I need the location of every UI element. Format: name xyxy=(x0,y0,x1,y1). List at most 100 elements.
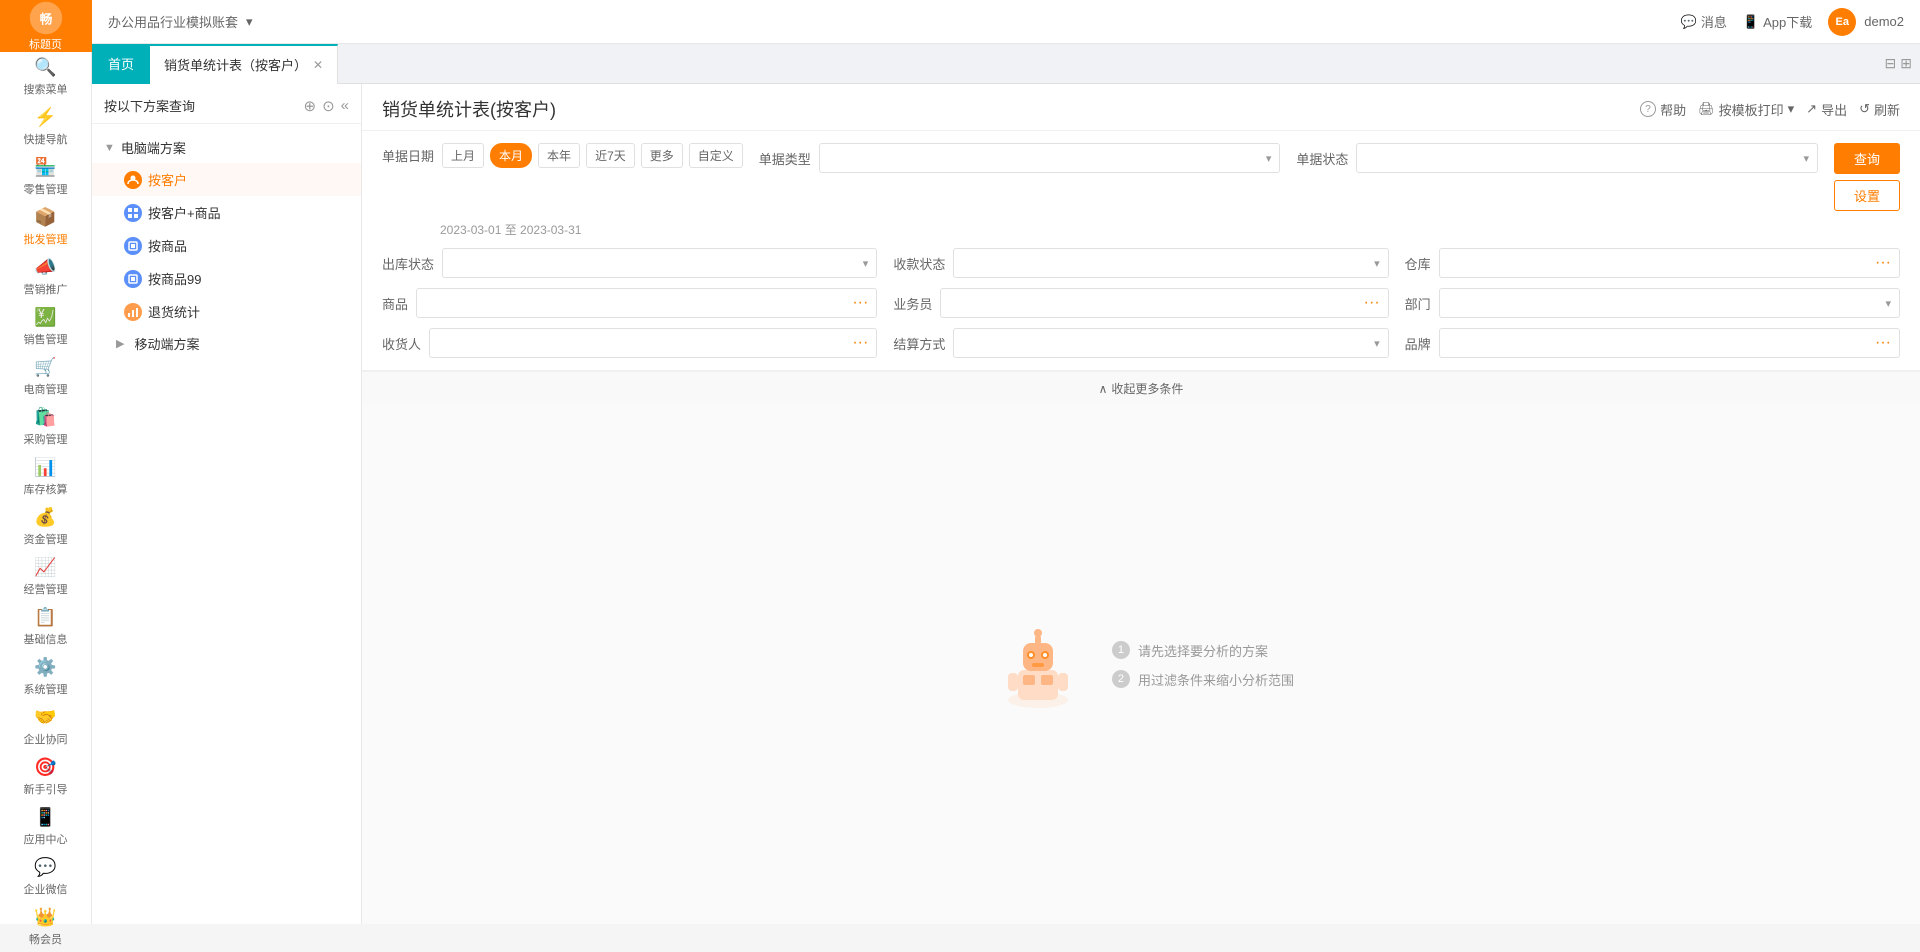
last-7days-btn[interactable]: 近7天 xyxy=(586,143,635,168)
settlement-select[interactable]: ▾ xyxy=(953,328,1388,358)
payment-status-cell: 收款状态 ▾ xyxy=(893,248,1388,278)
refresh-btn[interactable]: ↺ 刷新 xyxy=(1859,100,1900,119)
tree-item-by-customer-goods[interactable]: 按客户+商品 xyxy=(92,196,361,229)
brand-select[interactable]: ··· xyxy=(1439,328,1900,358)
tab-maximize-icon[interactable]: ⊞ xyxy=(1900,55,1912,72)
payment-status-arrow: ▾ xyxy=(1374,257,1380,270)
filter-area: 单据日期 上月 本月 本年 近7天 更多 自定义 xyxy=(362,131,1920,371)
sidebar-item-marketing[interactable]: 📣 营销推广 xyxy=(0,252,92,302)
tip-text-2: 用过滤条件来缩小分析范围 xyxy=(1138,670,1294,689)
sidebar-item-basic[interactable]: 📋 基础信息 xyxy=(0,602,92,652)
doc-status-select[interactable]: ▾ xyxy=(1356,143,1818,173)
page-title: 销货单统计表(按客户) xyxy=(382,96,556,122)
custom-date-btn[interactable]: 自定义 xyxy=(689,143,743,168)
settings-btn[interactable]: 设置 xyxy=(1834,180,1900,211)
message-icon: 💬 xyxy=(1681,14,1697,30)
empty-state: 1 请先选择要分析的方案 2 用过滤条件来缩小分析范围 xyxy=(988,615,1294,715)
doc-type-arrow: ▾ xyxy=(1266,152,1272,165)
tab-close-icon[interactable]: ✕ xyxy=(313,58,323,72)
sidebar-item-wholesale[interactable]: 📦 批发管理 xyxy=(0,202,92,252)
sidebar-item-app-center[interactable]: 📱 应用中心 xyxy=(0,802,92,852)
goods-dots: ··· xyxy=(852,294,868,312)
app-download-btn[interactable]: 📱 App下载 xyxy=(1743,12,1812,31)
app-name: 办公用品行业模拟账套 xyxy=(108,12,238,31)
sidebar-item-member[interactable]: 👑 畅会员 xyxy=(0,902,92,952)
topbar: 办公用品行业模拟账套 ▾ 💬 消息 📱 App下载 Ea demo2 xyxy=(92,0,1920,44)
out-status-cell: 出库状态 ▾ xyxy=(382,248,877,278)
settings-scheme-btn[interactable]: ⊙ xyxy=(322,97,335,115)
topbar-left: 办公用品行业模拟账套 ▾ xyxy=(108,12,253,31)
help-btn[interactable]: ? 帮助 xyxy=(1640,100,1686,119)
add-scheme-btn[interactable]: ⊕ xyxy=(304,97,317,115)
this-month-btn[interactable]: 本月 xyxy=(490,143,532,168)
tab-sales-stat[interactable]: 销货单统计表（按客户） ✕ xyxy=(150,44,338,84)
sidebar-item-search[interactable]: 🔍 搜索菜单 xyxy=(0,52,92,102)
this-year-btn[interactable]: 本年 xyxy=(538,143,580,168)
user-name: demo2 xyxy=(1864,14,1904,29)
sidebar-item-ecommerce[interactable]: 🛒 电商管理 xyxy=(0,352,92,402)
collapse-bar[interactable]: ∧ 收起更多条件 xyxy=(362,371,1920,405)
sidebar-item-quick-nav[interactable]: ⚡ 快捷导航 xyxy=(0,102,92,152)
tab-home[interactable]: 首页 xyxy=(92,44,150,84)
sidebar-item-wechat[interactable]: 💬 企业微信 xyxy=(0,852,92,902)
department-select[interactable]: ▾ xyxy=(1439,288,1900,318)
sidebar-item-system[interactable]: ⚙️ 系统管理 xyxy=(0,652,92,702)
out-status-select[interactable]: ▾ xyxy=(442,248,877,278)
sidebar-item-sales[interactable]: 💹 销售管理 xyxy=(0,302,92,352)
main-content: 办公用品行业模拟账套 ▾ 💬 消息 📱 App下载 Ea demo2 首页 销货… xyxy=(92,0,1920,924)
print-dropdown-icon: ▾ xyxy=(1788,101,1795,117)
query-btn[interactable]: 查询 xyxy=(1834,143,1900,174)
export-btn[interactable]: ↗ 导出 xyxy=(1806,100,1847,119)
tree-item-by-customer[interactable]: 按客户 xyxy=(92,163,361,196)
department-label: 部门 xyxy=(1405,294,1431,313)
sidebar-item-operation[interactable]: 📈 经营管理 xyxy=(0,552,92,602)
tree-item-by-customer-label: 按客户 xyxy=(148,170,187,189)
sidebar-item-enterprise[interactable]: 🤝 企业协同 xyxy=(0,702,92,752)
tip-num-2: 2 xyxy=(1112,670,1130,688)
message-label: 消息 xyxy=(1701,12,1727,31)
doc-type-select[interactable]: ▾ xyxy=(819,143,1281,173)
last-month-btn[interactable]: 上月 xyxy=(442,143,484,168)
sidebar-item-guide[interactable]: 🎯 新手引导 xyxy=(0,752,92,802)
dropdown-icon[interactable]: ▾ xyxy=(246,14,253,30)
message-btn[interactable]: 💬 消息 xyxy=(1681,12,1727,31)
warehouse-select[interactable]: ··· xyxy=(1439,248,1900,278)
out-status-arrow: ▾ xyxy=(863,257,869,270)
filter-row-4: 收货人 ··· 结算方式 ▾ xyxy=(382,328,1900,358)
tree-item-by-goods[interactable]: 按商品 xyxy=(92,229,361,262)
refresh-icon: ↺ xyxy=(1859,101,1870,117)
tree-group-desktop-header[interactable]: ▼ 电脑端方案 xyxy=(92,132,361,163)
sidebar-item-inventory[interactable]: 📊 库存核算 xyxy=(0,452,92,502)
help-icon: ? xyxy=(1640,101,1656,117)
app-center-icon: 📱 xyxy=(34,807,56,828)
tree-item-by-customer-goods-label: 按客户+商品 xyxy=(148,203,221,222)
finance-icon: 💰 xyxy=(34,507,56,528)
payment-status-select[interactable]: ▾ xyxy=(953,248,1388,278)
sidebar-item-label: 零售管理 xyxy=(24,181,68,197)
sidebar-logo[interactable]: 畅 标题页 xyxy=(0,0,92,52)
template-print-btn[interactable]: 🖨 按模板打印 ▾ xyxy=(1698,100,1794,119)
receiver-select[interactable]: ··· xyxy=(429,328,877,358)
print-icon: 🖨 xyxy=(1698,101,1715,117)
sidebar-item-label: 畅会员 xyxy=(29,931,62,947)
empty-tip-1: 1 请先选择要分析的方案 xyxy=(1112,641,1294,660)
settlement-cell: 结算方式 ▾ xyxy=(893,328,1388,358)
salesperson-select[interactable]: ··· xyxy=(940,288,1388,318)
collapse-panel-btn[interactable]: « xyxy=(341,97,349,114)
by-goods-icon xyxy=(124,237,142,255)
page-container: 按以下方案查询 ⊕ ⊙ « ▼ 电脑端方案 xyxy=(92,84,1920,924)
more-date-btn[interactable]: 更多 xyxy=(641,143,683,168)
goods-select[interactable]: ··· xyxy=(416,288,877,318)
sidebar-item-retail[interactable]: 🏪 零售管理 xyxy=(0,152,92,202)
tabbar: 首页 销货单统计表（按客户） ✕ ⊟ ⊞ xyxy=(92,44,1920,84)
content-area: 1 请先选择要分析的方案 2 用过滤条件来缩小分析范围 xyxy=(362,405,1920,924)
tree-item-return-stat[interactable]: 退货统计 xyxy=(92,295,361,328)
quick-nav-icon: ⚡ xyxy=(34,107,56,128)
sidebar-item-finance[interactable]: 💰 资金管理 xyxy=(0,502,92,552)
tab-minimize-icon[interactable]: ⊟ xyxy=(1885,55,1897,72)
user-menu[interactable]: Ea demo2 xyxy=(1828,8,1904,36)
left-panel: 按以下方案查询 ⊕ ⊙ « ▼ 电脑端方案 xyxy=(92,84,362,924)
tree-group-mobile-header[interactable]: ▶ 移动端方案 xyxy=(92,328,361,359)
sidebar-item-purchase[interactable]: 🛍️ 采购管理 xyxy=(0,402,92,452)
tree-item-by-goods-99[interactable]: 按商品99 xyxy=(92,262,361,295)
